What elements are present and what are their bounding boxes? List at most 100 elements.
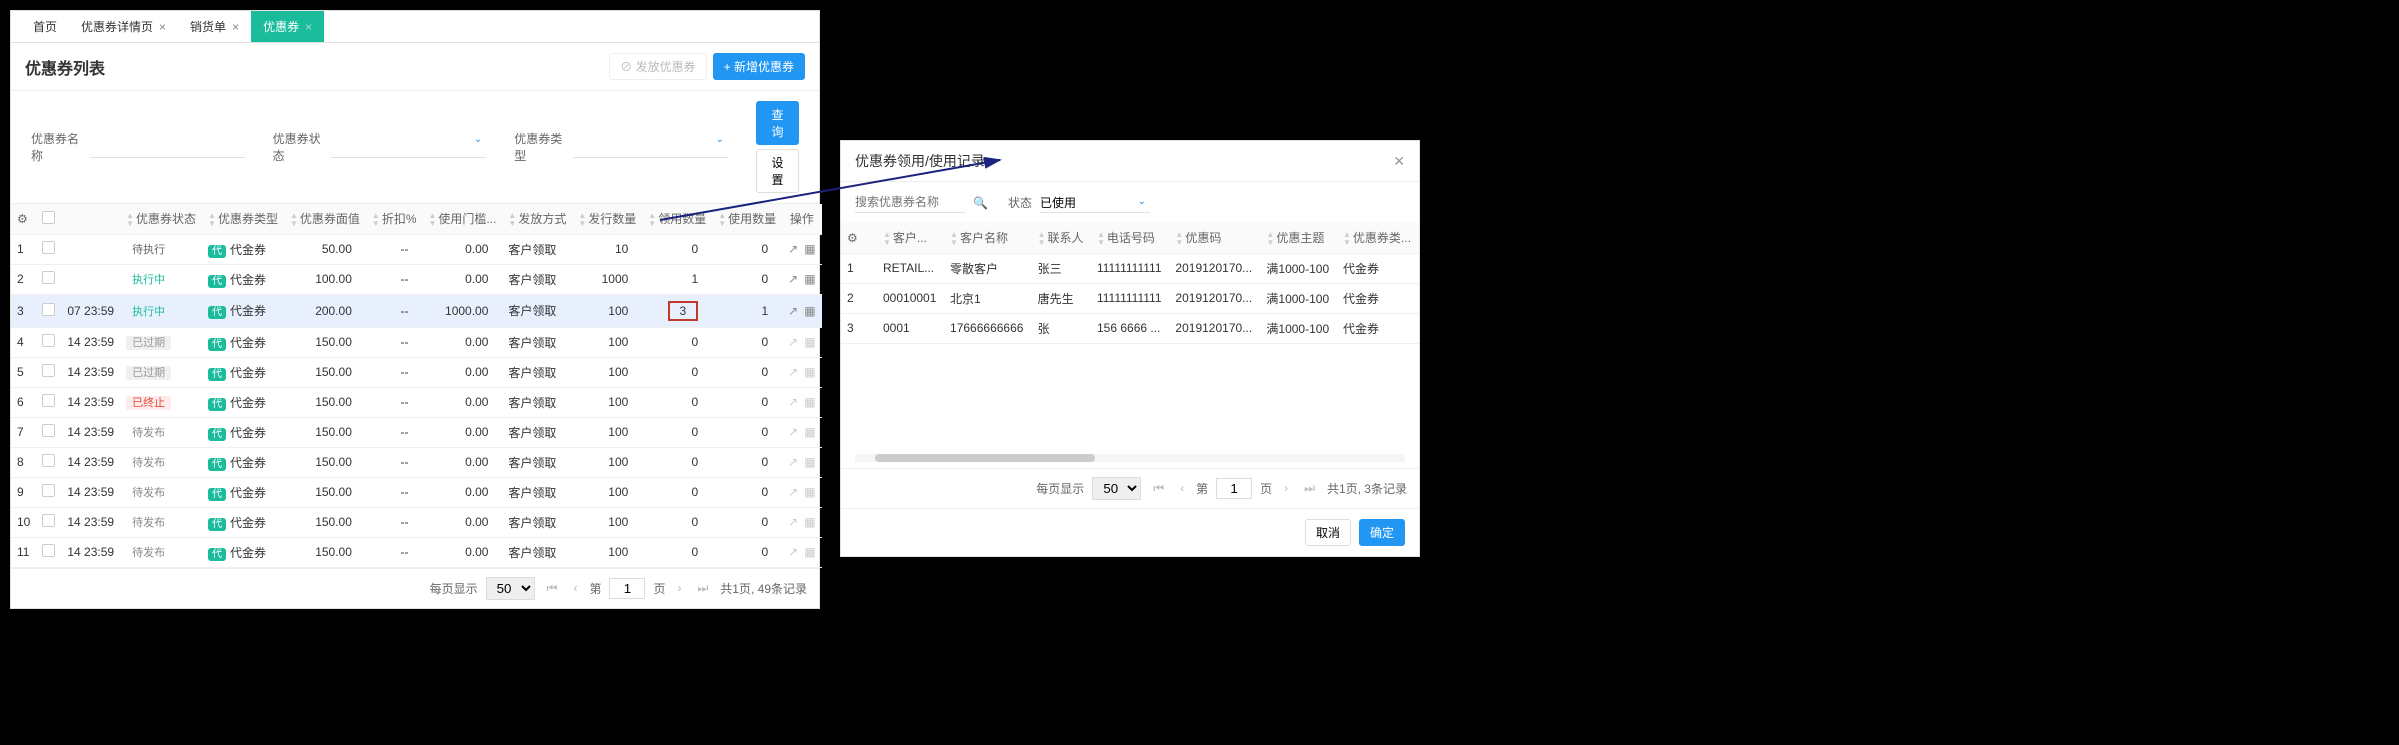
qrcode-icon[interactable]: ▦: [804, 242, 815, 256]
share-icon[interactable]: ↗: [788, 455, 798, 469]
row-checkbox[interactable]: [42, 241, 55, 254]
qrcode-icon[interactable]: ▦: [804, 515, 815, 529]
claim-cell[interactable]: 3: [642, 294, 712, 327]
prev-page-button[interactable]: ‹: [569, 581, 581, 595]
share-icon[interactable]: ↗: [788, 335, 798, 349]
claim-cell[interactable]: 0: [642, 537, 712, 567]
gear-icon[interactable]: ⚙: [17, 212, 28, 226]
claim-cell[interactable]: 1: [642, 264, 712, 294]
row-checkbox[interactable]: [42, 271, 55, 284]
row-checkbox[interactable]: [42, 303, 55, 316]
search-icon[interactable]: 🔍: [973, 196, 988, 210]
col-mode[interactable]: 发放方式: [518, 212, 566, 226]
table-row[interactable]: 1RETAIL...零散客户张三111111111112019120170...…: [841, 253, 1419, 283]
share-icon[interactable]: ↗: [788, 365, 798, 379]
coupon-type-select[interactable]: [573, 137, 728, 158]
row-checkbox[interactable]: [42, 454, 55, 467]
claim-count-highlight[interactable]: 3: [668, 301, 699, 321]
table-row[interactable]: 714 23:59待发布代代金券150.00--0.00客户领取10000↗▦: [11, 417, 822, 447]
table-row[interactable]: 1014 23:59待发布代代金券150.00--0.00客户领取10000↗▦: [11, 507, 822, 537]
col-use[interactable]: 使用数量: [728, 212, 776, 226]
col-status[interactable]: 优惠券状态: [136, 212, 196, 226]
col-custname[interactable]: 客户名称: [960, 231, 1008, 245]
claim-cell[interactable]: 0: [642, 387, 712, 417]
modal-page-input[interactable]: [1216, 478, 1252, 499]
row-checkbox[interactable]: [42, 364, 55, 377]
row-checkbox[interactable]: [42, 544, 55, 557]
share-icon[interactable]: ↗: [788, 304, 798, 318]
col-issue[interactable]: 发行数量: [588, 212, 636, 226]
row-checkbox[interactable]: [42, 334, 55, 347]
row-checkbox[interactable]: [42, 484, 55, 497]
share-icon[interactable]: ↗: [788, 395, 798, 409]
cancel-button[interactable]: 取消: [1305, 519, 1351, 546]
next-page-button[interactable]: ›: [673, 581, 685, 595]
close-icon[interactable]: ✕: [1393, 153, 1405, 170]
col-threshold[interactable]: 使用门槛...: [438, 212, 496, 226]
qrcode-icon[interactable]: ▦: [804, 425, 815, 439]
row-checkbox[interactable]: [42, 394, 55, 407]
claim-cell[interactable]: 0: [642, 234, 712, 264]
select-all-checkbox[interactable]: [42, 211, 55, 224]
share-icon[interactable]: ↗: [788, 485, 798, 499]
row-checkbox[interactable]: [42, 514, 55, 527]
page-input[interactable]: [609, 578, 645, 599]
table-row[interactable]: 307 23:59执行中代代金券200.00--1000.00客户领取10031…: [11, 294, 822, 327]
last-page-button[interactable]: ⏭: [693, 581, 712, 596]
table-row[interactable]: 1待执行代代金券50.00--0.00客户领取1000↗▦: [11, 234, 822, 264]
settings-button[interactable]: 设置: [756, 149, 799, 193]
per-page-select[interactable]: 50: [486, 577, 535, 600]
distribute-button[interactable]: ⊘ 发放优惠券: [609, 53, 706, 80]
table-row[interactable]: 514 23:59已过期代代金券150.00--0.00客户领取10000↗▦: [11, 357, 822, 387]
share-icon[interactable]: ↗: [788, 425, 798, 439]
share-icon[interactable]: ↗: [788, 272, 798, 286]
claim-cell[interactable]: 0: [642, 417, 712, 447]
col-cust[interactable]: 客户...: [893, 231, 927, 245]
share-icon[interactable]: ↗: [788, 545, 798, 559]
table-row[interactable]: 814 23:59待发布代代金券150.00--0.00客户领取10000↗▦: [11, 447, 822, 477]
filter-type[interactable]: 优惠券类型 ⌄: [514, 130, 728, 164]
col-subject[interactable]: 优惠主题: [1276, 231, 1324, 245]
table-row[interactable]: 614 23:59已终止代代金券150.00--0.00客户领取10000↗▦: [11, 387, 822, 417]
qrcode-icon[interactable]: ▦: [804, 304, 815, 318]
col-code[interactable]: 优惠码: [1185, 231, 1221, 245]
claim-cell[interactable]: 0: [642, 477, 712, 507]
qrcode-icon[interactable]: ▦: [804, 272, 815, 286]
close-icon[interactable]: ×: [159, 20, 166, 34]
claim-cell[interactable]: 0: [642, 447, 712, 477]
claim-cell[interactable]: 0: [642, 507, 712, 537]
gear-icon[interactable]: ⚙: [847, 231, 858, 245]
add-coupon-button[interactable]: + 新增优惠券: [713, 53, 805, 80]
col-ctype[interactable]: 优惠券类...: [1353, 231, 1411, 245]
claim-cell[interactable]: 0: [642, 357, 712, 387]
modal-next-page[interactable]: ›: [1280, 481, 1292, 495]
qrcode-icon[interactable]: ▦: [804, 365, 815, 379]
first-page-button[interactable]: ⏮: [543, 581, 562, 596]
tab-优惠券[interactable]: 优惠券×: [251, 11, 324, 42]
close-icon[interactable]: ×: [305, 20, 312, 34]
modal-per-page-select[interactable]: 50: [1092, 477, 1141, 500]
ok-button[interactable]: 确定: [1359, 519, 1405, 546]
tab-销货单[interactable]: 销货单×: [178, 11, 251, 42]
modal-status-select[interactable]: 状态 ⌄: [1008, 192, 1150, 213]
col-type[interactable]: 优惠券类型: [218, 212, 278, 226]
qrcode-icon[interactable]: ▦: [804, 545, 815, 559]
col-face[interactable]: 优惠券面值: [300, 212, 360, 226]
modal-prev-page[interactable]: ‹: [1176, 481, 1188, 495]
table-row[interactable]: 914 23:59待发布代代金券150.00--0.00客户领取10000↗▦: [11, 477, 822, 507]
qrcode-icon[interactable]: ▦: [804, 335, 815, 349]
tab-首页[interactable]: 首页: [21, 11, 69, 42]
tab-优惠券详情页[interactable]: 优惠券详情页×: [69, 11, 178, 42]
qrcode-icon[interactable]: ▦: [804, 455, 815, 469]
qrcode-icon[interactable]: ▦: [804, 395, 815, 409]
horizontal-scrollbar[interactable]: [855, 454, 1405, 462]
coupon-status-select[interactable]: [331, 137, 486, 158]
table-row[interactable]: 414 23:59已过期代代金券150.00--0.00客户领取10000↗▦: [11, 327, 822, 357]
query-button[interactable]: 查询: [756, 101, 799, 145]
share-icon[interactable]: ↗: [788, 242, 798, 256]
coupon-name-input[interactable]: [90, 137, 245, 158]
modal-status-value[interactable]: [1040, 192, 1150, 213]
row-checkbox[interactable]: [42, 424, 55, 437]
table-row[interactable]: 200010001北京1唐先生111111111112019120170...满…: [841, 283, 1419, 313]
col-discount[interactable]: 折扣%: [382, 212, 417, 226]
